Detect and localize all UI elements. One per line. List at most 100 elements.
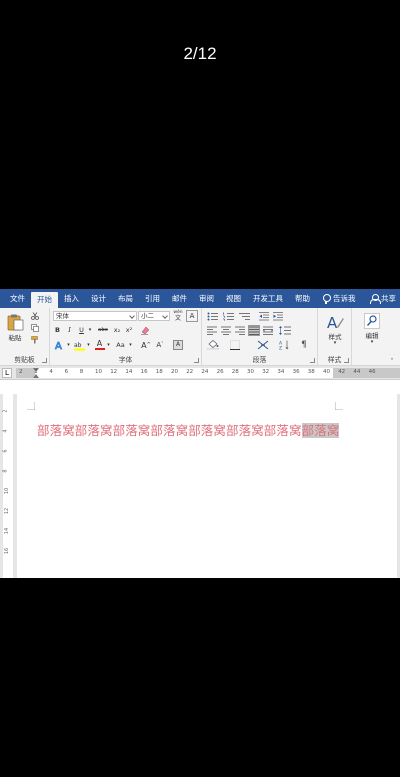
tab-file[interactable]: 文件	[4, 289, 31, 308]
ruler-tick-label: 4	[49, 369, 53, 375]
numbering-button[interactable]	[222, 311, 236, 322]
sort-button[interactable]: A Z	[278, 339, 292, 351]
share-button[interactable]: 共享	[381, 289, 400, 308]
enclose-char-button[interactable]: A	[172, 339, 184, 351]
multilevel-list-button[interactable]	[238, 311, 252, 322]
tab-layout[interactable]: 布局	[112, 289, 139, 308]
tab-help[interactable]: 帮助	[289, 289, 316, 308]
tab-developer[interactable]: 开发工具	[247, 289, 289, 308]
vertical-ruler-tick-label: 14	[4, 527, 11, 535]
svg-text:Z: Z	[279, 346, 282, 351]
char-border-button[interactable]: A	[186, 310, 198, 322]
tab-design[interactable]: 设计	[85, 289, 112, 308]
tab-selector-button[interactable]: L	[2, 368, 12, 378]
tab-view[interactable]: 视图	[220, 289, 247, 308]
vertical-ruler-tick-label: 4	[2, 429, 9, 433]
highlight-button[interactable]: ab	[73, 339, 85, 351]
change-case-button[interactable]: Aa	[114, 339, 127, 351]
line-spacing-icon	[279, 326, 291, 335]
vertical-ruler[interactable]: 2 4 6 8 10 12 14 16	[3, 394, 13, 578]
underline-button[interactable]: U	[77, 325, 86, 335]
decrease-indent-icon	[259, 312, 269, 321]
tab-insert[interactable]: 插入	[58, 289, 85, 308]
styles-gallery-button[interactable]: A 样式 ▾	[321, 311, 349, 347]
chevron-down-icon: ▾	[107, 342, 110, 348]
underline-dropdown[interactable]: ▾	[87, 325, 93, 335]
align-center-button[interactable]	[220, 325, 232, 336]
bold-button[interactable]: B	[53, 325, 62, 335]
strikethrough-button[interactable]: abc	[96, 325, 110, 335]
ruler-tick-label: 38	[307, 369, 315, 375]
clear-format-button[interactable]	[139, 324, 151, 336]
text-effects-icon: A	[55, 341, 63, 350]
borders-icon	[230, 340, 240, 350]
italic-button[interactable]: I	[65, 325, 74, 335]
font-color-dropdown[interactable]: ▾	[106, 341, 111, 349]
unselected-text[interactable]: 部落窝部落窝部落窝部落窝部落窝部落窝部落窝	[37, 423, 302, 438]
chevron-up-icon: ˄	[390, 357, 394, 365]
svg-text:A: A	[55, 341, 62, 350]
font-name-select[interactable]: 宋体	[53, 311, 137, 321]
decrease-indent-button[interactable]	[258, 311, 270, 322]
text-effects-button[interactable]: A	[53, 339, 65, 351]
ruler-tick-label: 24	[201, 369, 209, 375]
phonetic-guide-button[interactable]: wén 文	[172, 310, 184, 322]
numbering-icon	[223, 312, 234, 321]
document-body-text[interactable]: 部落窝部落窝部落窝部落窝部落窝部落窝部落窝部落窝	[37, 420, 340, 439]
ruler-tick-label: 8	[79, 369, 84, 375]
font-size-select[interactable]: 小二	[138, 311, 170, 321]
shrink-font-button[interactable]: Aˇ	[154, 339, 166, 351]
copy-button[interactable]	[30, 323, 40, 332]
tab-mailings[interactable]: 邮件	[166, 289, 193, 308]
horizontal-ruler[interactable]: 2 2 4 6 8 10 12 14 16 18 20 22 24 26 28 30 32 34 36 38 40 42 4…	[16, 368, 400, 378]
collapse-ribbon-button[interactable]: ˄	[388, 357, 396, 365]
change-case-dropdown[interactable]: ▾	[128, 341, 133, 349]
chevron-down-icon: ▾	[87, 342, 90, 348]
enclose-char-icon: A	[173, 340, 183, 350]
paragraph-launcher-icon[interactable]	[310, 358, 315, 363]
ruler-tick-label: 36	[292, 369, 300, 375]
paste-button[interactable]: 粘贴	[4, 312, 26, 342]
shading-button[interactable]	[206, 339, 220, 351]
tab-references[interactable]: 引用	[139, 289, 166, 308]
editing-button[interactable]: 编辑 ▾	[358, 311, 386, 347]
format-painter-button[interactable]	[30, 335, 40, 344]
bullets-icon	[207, 312, 218, 321]
tell-me-box[interactable]: 告诉我	[333, 289, 362, 308]
font-color-button[interactable]: A	[94, 339, 105, 351]
tab-review[interactable]: 审阅	[193, 289, 220, 308]
font-group: 宋体 小二 wén 文 A B I U ▾ abc x₂ x² A ▾ ab ▾…	[50, 308, 202, 366]
clipboard-launcher-icon[interactable]	[42, 358, 47, 363]
align-left-button[interactable]	[206, 325, 218, 336]
eraser-icon	[141, 326, 150, 335]
phonetic-guide-char-icon: 文	[174, 315, 181, 322]
font-launcher-icon[interactable]	[194, 358, 199, 363]
asian-layout-icon	[257, 340, 269, 350]
text-effects-dropdown[interactable]: ▾	[66, 341, 71, 349]
cut-button[interactable]	[30, 311, 40, 320]
document-area: 2 4 6 8 10 12 14 16 部落窝部落窝部落窝部落窝部落窝部落窝部落窝部落窝	[0, 394, 400, 578]
vertical-ruler-tick-label: 8	[2, 469, 9, 473]
align-right-button[interactable]	[234, 325, 246, 336]
superscript-button[interactable]: x²	[124, 325, 134, 335]
distributed-button[interactable]	[262, 325, 274, 336]
styles-launcher-icon[interactable]	[344, 358, 349, 363]
highlight-dropdown[interactable]: ▾	[86, 341, 91, 349]
grow-font-button[interactable]: A ^	[140, 339, 152, 351]
bullets-button[interactable]	[206, 311, 220, 322]
selected-text[interactable]: 部落窝	[301, 423, 340, 438]
ruler-tick-label: 2	[19, 369, 23, 375]
paste-icon	[7, 314, 24, 330]
asian-layout-button[interactable]	[256, 339, 270, 351]
document-page[interactable]: 部落窝部落窝部落窝部落窝部落窝部落窝部落窝部落窝	[17, 394, 397, 578]
increase-indent-button[interactable]	[272, 311, 284, 322]
show-marks-button[interactable]: ¶	[298, 339, 310, 351]
ruler-tick-label: 20	[171, 369, 178, 375]
line-spacing-button[interactable]	[278, 325, 292, 336]
borders-button[interactable]	[228, 339, 242, 351]
justify-button[interactable]	[248, 325, 260, 336]
chevron-down-icon	[162, 313, 168, 319]
tab-home[interactable]: 开始	[31, 292, 58, 308]
subscript-button[interactable]: x₂	[112, 325, 122, 335]
align-right-icon	[235, 326, 245, 335]
